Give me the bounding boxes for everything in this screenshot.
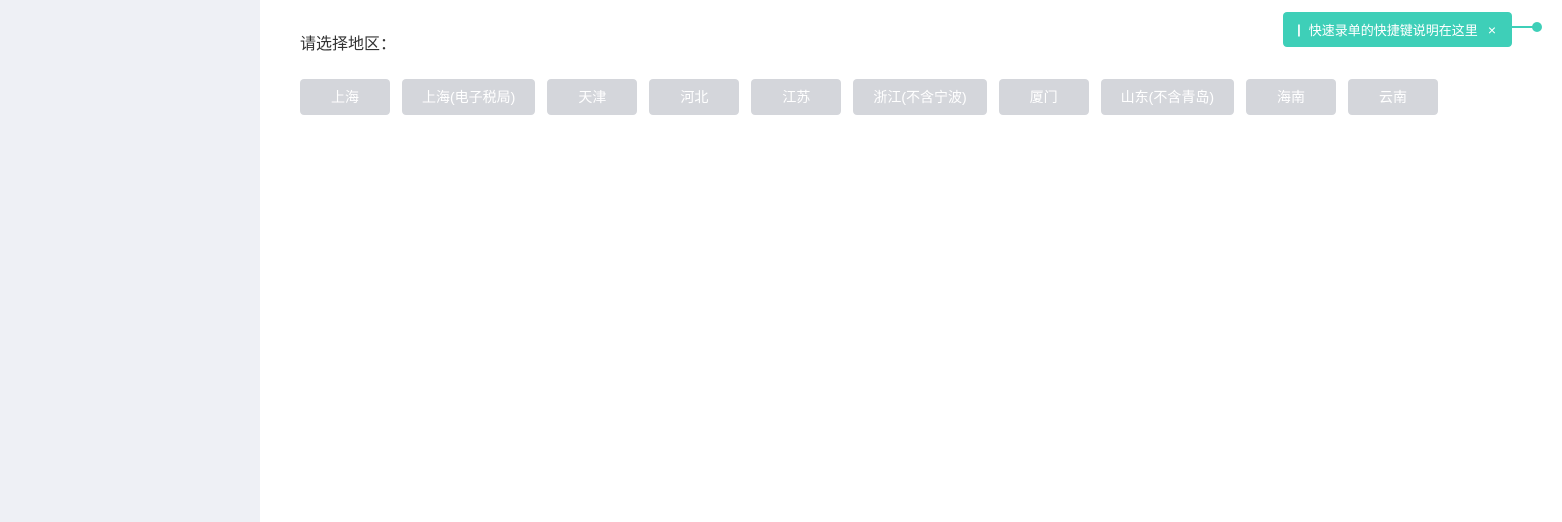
region-button-shandong[interactable]: 山东(不含青岛)	[1101, 79, 1234, 115]
tooltip-connector-line	[1511, 26, 1533, 28]
region-button-xiamen[interactable]: 厦门	[999, 79, 1089, 115]
region-button-hebei[interactable]: 河北	[649, 79, 739, 115]
region-button-shanghai[interactable]: 上海	[300, 79, 390, 115]
region-button-jiangsu[interactable]: 江苏	[751, 79, 841, 115]
tooltip-text: 快速录单的快捷键说明在这里	[1309, 20, 1478, 39]
sidebar	[0, 0, 260, 522]
region-button-zhejiang[interactable]: 浙江(不含宁波)	[853, 79, 986, 115]
tooltip-close-button[interactable]: ×	[1486, 22, 1498, 38]
main-content: 请选择地区： 上海上海(电子税局)天津河北江苏浙江(不含宁波)厦门山东(不含青岛…	[260, 0, 1562, 522]
region-buttons: 上海上海(电子税局) 天津河北江苏浙江(不含宁波) 厦门山东(不含青岛) 海南云南	[300, 79, 1522, 115]
region-button-yunnan[interactable]: 云南	[1348, 79, 1438, 115]
region-button-shanghai-etax[interactable]: 上海(电子税局)	[402, 79, 535, 115]
tooltip-connector-dot	[1532, 22, 1542, 32]
region-button-hainan[interactable]: 海南	[1246, 79, 1336, 115]
tooltip-banner: 快速录单的快捷键说明在这里 ×	[1283, 12, 1512, 47]
region-button-tianjin[interactable]: 天津	[547, 79, 637, 115]
